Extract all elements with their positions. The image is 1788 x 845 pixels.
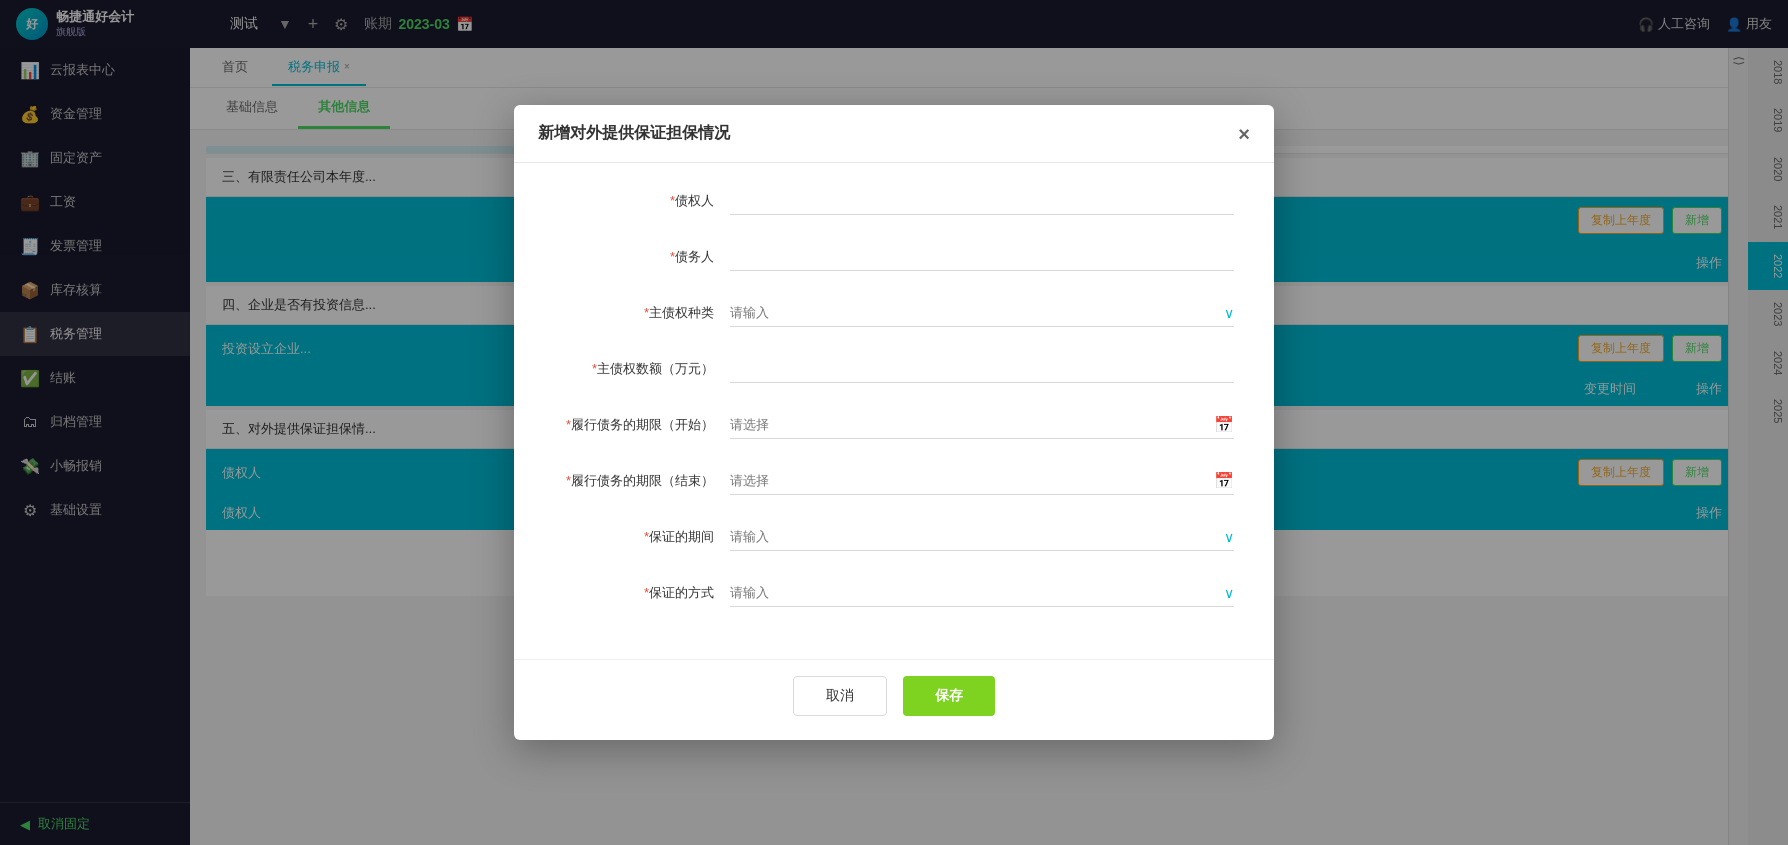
dialog-body: *债权人 *债务人 *主债权种类 ∨ (514, 163, 1274, 659)
guarantee-period-select[interactable]: ∨ (730, 523, 1234, 551)
form-row-guarantee-period: *保证的期间 ∨ (554, 523, 1234, 551)
debt-amount-label: *主债权数额（万元） (554, 360, 714, 378)
form-row-debtor: *债务人 (554, 243, 1234, 271)
dialog-header: 新增对外提供保证担保情况 × (514, 105, 1274, 163)
save-button[interactable]: 保存 (903, 676, 995, 716)
dialog-close-btn[interactable]: × (1238, 124, 1250, 144)
dialog-footer: 取消 保存 (514, 659, 1274, 740)
form-row-period-end: *履行债务的期限（结束） 📅 (554, 467, 1234, 495)
debtor-input[interactable] (730, 243, 1234, 271)
debt-type-input[interactable] (730, 299, 1224, 326)
dialog-title: 新增对外提供保证担保情况 (538, 123, 730, 144)
form-row-guarantee-method: *保证的方式 ∨ (554, 579, 1234, 607)
period-end-label: *履行债务的期限（结束） (554, 472, 714, 490)
guarantee-period-label: *保证的期间 (554, 528, 714, 546)
debtor-label: *债务人 (554, 248, 714, 266)
creditor-input[interactable] (730, 187, 1234, 215)
period-start-input[interactable] (730, 411, 1214, 438)
dialog: 新增对外提供保证担保情况 × *债权人 *债务人 *主债权种类 (514, 105, 1274, 740)
form-row-debt-amount: *主债权数额（万元） (554, 355, 1234, 383)
guarantee-period-input[interactable] (730, 523, 1224, 550)
period-start-label: *履行债务的期限（开始） (554, 416, 714, 434)
guarantee-method-input[interactable] (730, 579, 1224, 606)
form-row-debt-type: *主债权种类 ∨ (554, 299, 1234, 327)
form-row-period-start: *履行债务的期限（开始） 📅 (554, 411, 1234, 439)
guarantee-period-chevron-icon: ∨ (1224, 529, 1234, 545)
chevron-down-icon: ∨ (1224, 305, 1234, 321)
period-start-date[interactable]: 📅 (730, 411, 1234, 439)
guarantee-method-chevron-icon: ∨ (1224, 585, 1234, 601)
debt-amount-input[interactable] (730, 355, 1234, 383)
creditor-label: *债权人 (554, 192, 714, 210)
debt-type-select[interactable]: ∨ (730, 299, 1234, 327)
period-end-date[interactable]: 📅 (730, 467, 1234, 495)
form-row-creditor: *债权人 (554, 187, 1234, 215)
calendar-end-icon[interactable]: 📅 (1214, 471, 1234, 490)
dialog-overlay[interactable]: 新增对外提供保证担保情况 × *债权人 *债务人 *主债权种类 (0, 0, 1788, 845)
guarantee-method-select[interactable]: ∨ (730, 579, 1234, 607)
cancel-button[interactable]: 取消 (793, 676, 887, 716)
guarantee-method-label: *保证的方式 (554, 584, 714, 602)
debt-type-label: *主债权种类 (554, 304, 714, 322)
calendar-start-icon[interactable]: 📅 (1214, 415, 1234, 434)
period-end-input[interactable] (730, 467, 1214, 494)
